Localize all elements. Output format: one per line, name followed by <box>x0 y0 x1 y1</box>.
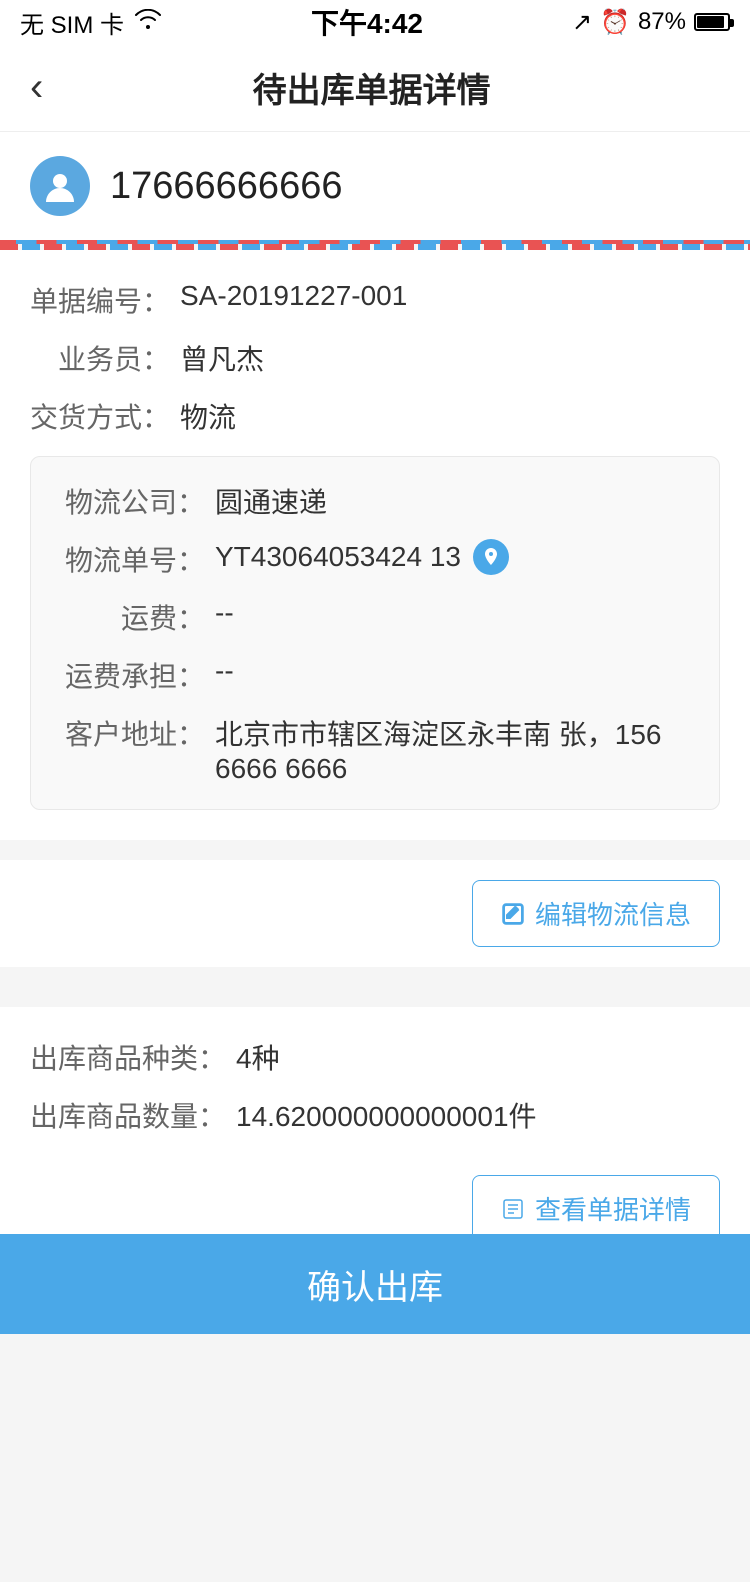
view-details-label: 查看单据详情 <box>535 1190 691 1227</box>
freight-bearer-row: 运费承担： -- <box>55 655 695 695</box>
user-phone: 17666666666 <box>110 165 342 208</box>
goods-quantity-row: 出库商品数量： 14.620000000000001件 <box>30 1095 720 1135</box>
document-number-row: 单据编号： SA-20191227-001 <box>30 280 720 320</box>
user-header: 17666666666 <box>0 132 750 244</box>
customer-address-row: 客户地址： 北京市市辖区海淀区永丰南 张，156 6666 6666 <box>55 713 695 785</box>
wifi-icon <box>134 8 162 36</box>
logistics-company-value: 圆通速递 <box>215 481 695 521</box>
delivery-method-value: 物流 <box>180 396 720 436</box>
base-info-section: 单据编号： SA-20191227-001 业务员： 曾凡杰 交货方式： 物流 … <box>0 250 750 840</box>
status-left: 无 SIM 卡 <box>20 5 162 40</box>
tracking-location-icon[interactable] <box>473 539 509 575</box>
logistics-company-label: 物流公司： <box>55 481 215 521</box>
goods-types-row: 出库商品种类： 4种 <box>30 1037 720 1077</box>
freight-row: 运费： -- <box>55 597 695 637</box>
tracking-number-row: 物流单号： YT43064053424 13 <box>55 539 695 579</box>
tracking-value: YT43064053424 13 <box>215 539 695 575</box>
freight-label: 运费： <box>55 597 215 637</box>
document-number-value: SA-20191227-001 <box>180 280 720 312</box>
location-active-icon: ↗ <box>572 8 592 37</box>
avatar <box>30 156 90 216</box>
back-button[interactable]: ‹ <box>30 65 43 110</box>
goods-summary-section: 出库商品种类： 4种 出库商品数量： 14.620000000000001件 <box>0 1007 750 1155</box>
goods-quantity-label: 出库商品数量： <box>30 1095 236 1135</box>
address-label: 客户地址： <box>55 713 215 753</box>
address-value: 北京市市辖区海淀区永丰南 张，156 6666 6666 <box>215 713 695 785</box>
sales-person-label: 业务员： <box>30 338 180 378</box>
carrier-text: 无 SIM 卡 <box>20 5 124 40</box>
sales-person-value: 曾凡杰 <box>180 338 720 378</box>
section-separator-1 <box>0 967 750 987</box>
status-time: 下午4:42 <box>311 2 423 42</box>
goods-quantity-value: 14.620000000000001件 <box>236 1095 720 1135</box>
alarm-icon: ⏰ <box>600 8 630 37</box>
edit-logistics-section: 编辑物流信息 <box>0 860 750 967</box>
edit-logistics-button[interactable]: 编辑物流信息 <box>472 880 720 947</box>
goods-types-value: 4种 <box>236 1037 720 1077</box>
freight-bearer-value: -- <box>215 655 695 687</box>
battery-icon <box>694 13 730 31</box>
freight-bearer-label: 运费承担： <box>55 655 215 695</box>
nav-bar: ‹ 待出库单据详情 <box>0 44 750 132</box>
view-details-button[interactable]: 查看单据详情 <box>472 1175 720 1242</box>
battery-text: 87% <box>638 8 686 36</box>
freight-value: -- <box>215 597 695 629</box>
logistics-card: 物流公司： 圆通速递 物流单号： YT43064053424 13 运费： -- <box>30 456 720 810</box>
status-right: ↗ ⏰ 87% <box>572 8 730 37</box>
document-number-label: 单据编号： <box>30 280 180 320</box>
delivery-method-label: 交货方式： <box>30 396 180 436</box>
confirm-bar: 确认出库 <box>0 1234 750 1334</box>
edit-logistics-label: 编辑物流信息 <box>535 895 691 932</box>
delivery-method-row: 交货方式： 物流 <box>30 396 720 436</box>
tracking-label: 物流单号： <box>55 539 215 579</box>
confirm-button[interactable]: 确认出库 <box>0 1234 750 1334</box>
logistics-company-row: 物流公司： 圆通速递 <box>55 481 695 521</box>
goods-types-label: 出库商品种类： <box>30 1037 236 1077</box>
sales-person-row: 业务员： 曾凡杰 <box>30 338 720 378</box>
status-bar: 无 SIM 卡 下午4:42 ↗ ⏰ 87% <box>0 0 750 44</box>
page-title: 待出库单据详情 <box>63 63 680 112</box>
